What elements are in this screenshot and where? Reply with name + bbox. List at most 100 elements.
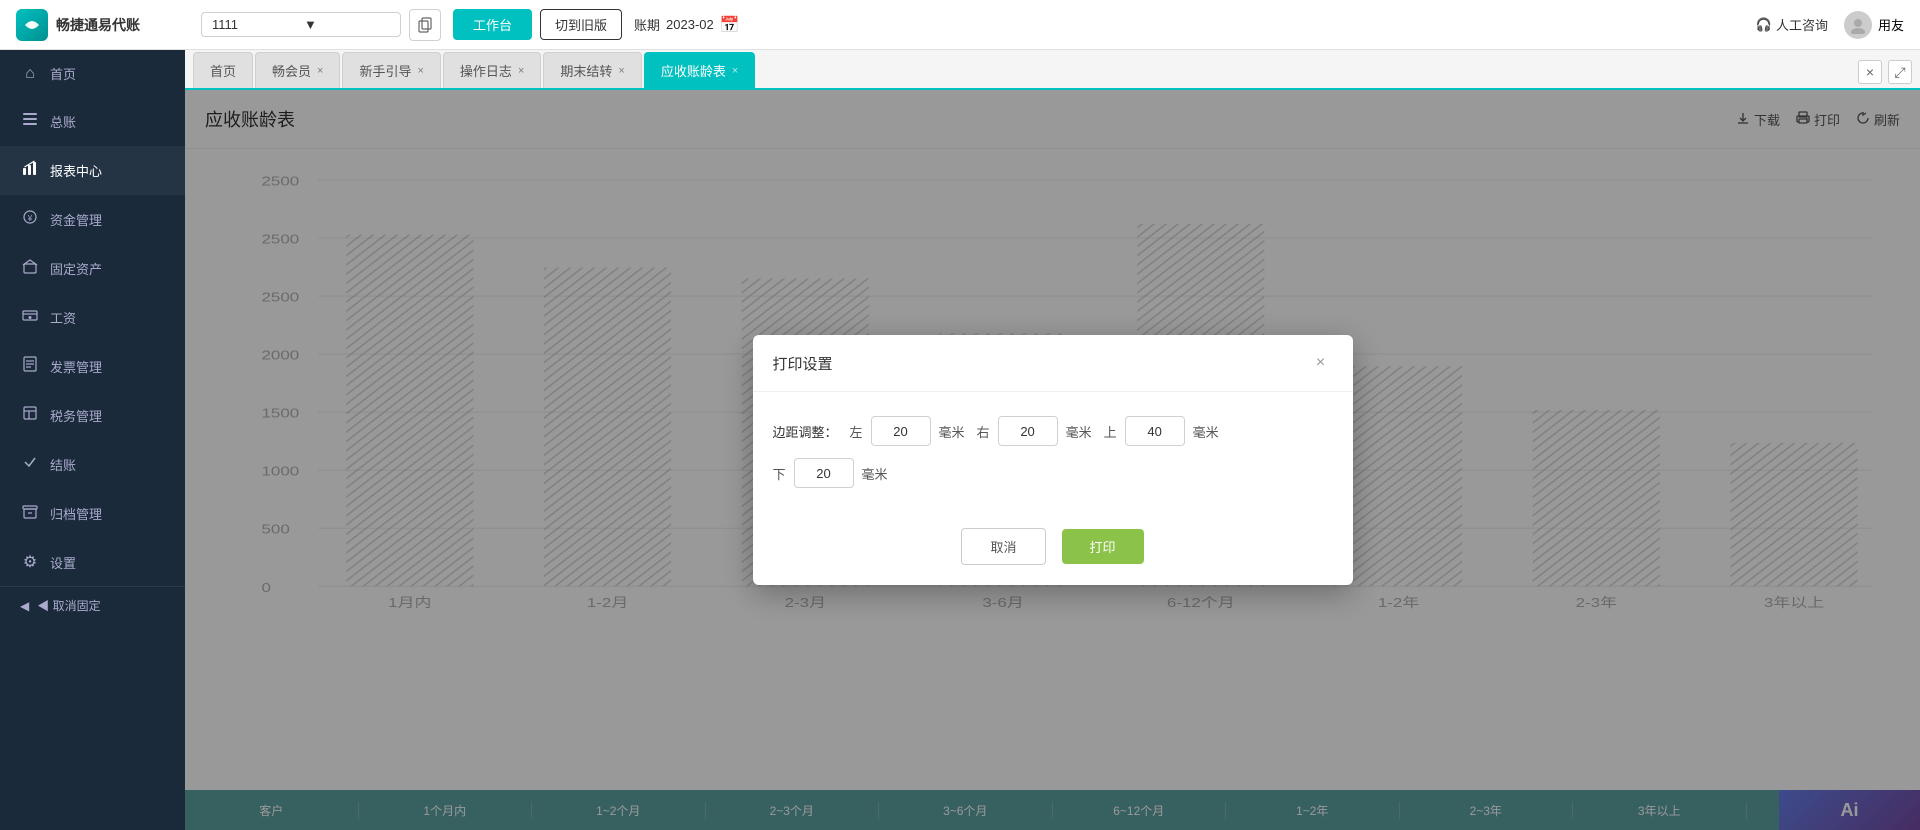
headset-icon: 🎧 bbox=[1756, 17, 1772, 33]
company-selector[interactable]: 1111 ▼ bbox=[201, 12, 401, 37]
dialog-overlay[interactable]: 打印设置 × 边距调整： 左 毫米 右 bbox=[185, 90, 1920, 830]
tab-period-end[interactable]: 期末结转 × bbox=[543, 52, 641, 88]
home-icon: ⌂ bbox=[20, 65, 40, 83]
sidebar: ⌂ 首页 总账 报表中心 bbox=[0, 50, 185, 830]
sidebar-label-home: 首页 bbox=[50, 64, 76, 83]
user-area[interactable]: 用友 bbox=[1844, 11, 1904, 39]
dialog-close-button[interactable]: × bbox=[1309, 351, 1333, 375]
dropdown-arrow-icon: ▼ bbox=[304, 17, 390, 32]
switch-old-button[interactable]: 切到旧版 bbox=[540, 9, 622, 40]
right-margin-group: 右 毫米 bbox=[977, 416, 1092, 446]
top-margin-group: 上 毫米 bbox=[1104, 416, 1219, 446]
margin-label: 边距调整： bbox=[773, 422, 838, 441]
tab-aging-label: 应收账龄表 bbox=[661, 61, 726, 80]
tab-actions: × ⤢ bbox=[1858, 60, 1912, 88]
sidebar-item-settings[interactable]: ⚙ 设置 bbox=[0, 538, 185, 586]
sidebar-item-fund[interactable]: ¥ 资金管理 bbox=[0, 195, 185, 244]
invoice-icon bbox=[20, 356, 40, 377]
svg-text:¥: ¥ bbox=[27, 214, 33, 223]
support-label: 人工咨询 bbox=[1776, 15, 1828, 34]
sidebar-label-report: 报表中心 bbox=[50, 161, 102, 180]
sidebar-label-archive: 归档管理 bbox=[50, 504, 102, 523]
fund-icon: ¥ bbox=[20, 209, 40, 230]
sidebar-label-fixed-asset: 固定资产 bbox=[50, 259, 102, 278]
tab-oplog-close[interactable]: × bbox=[518, 65, 524, 77]
bottom-margin-input[interactable] bbox=[794, 458, 854, 488]
bottom-unit: 毫米 bbox=[862, 464, 888, 483]
sidebar-item-archive[interactable]: 归档管理 bbox=[0, 489, 185, 538]
sidebar-label-invoice: 发票管理 bbox=[50, 357, 102, 376]
sidebar-label-salary: 工资 bbox=[50, 308, 76, 327]
dialog-body: 边距调整： 左 毫米 右 毫米 bbox=[753, 392, 1353, 512]
sidebar-label-fund: 资金管理 bbox=[50, 210, 102, 229]
tab-guide-label: 新手引导 bbox=[359, 61, 411, 80]
confirm-print-button[interactable]: 打印 bbox=[1062, 529, 1144, 564]
ledger-icon bbox=[20, 111, 40, 132]
company-name: 1111 bbox=[212, 17, 298, 32]
archive-icon bbox=[20, 503, 40, 524]
left-unit: 毫米 bbox=[939, 422, 965, 441]
logo-icon bbox=[16, 9, 48, 41]
collapse-label: ◀ 取消固定 bbox=[37, 597, 100, 614]
avatar bbox=[1844, 11, 1872, 39]
fixed-asset-icon bbox=[20, 258, 40, 279]
settings-icon: ⚙ bbox=[20, 552, 40, 572]
tax-icon bbox=[20, 405, 40, 426]
calendar-icon[interactable]: 📅 bbox=[720, 15, 740, 35]
tab-guide[interactable]: 新手引导 × bbox=[342, 52, 440, 88]
right-margin-input[interactable] bbox=[998, 416, 1058, 446]
tab-maximize-button[interactable]: ⤢ bbox=[1888, 60, 1912, 84]
tab-close-all-button[interactable]: × bbox=[1858, 60, 1882, 84]
bottom-label: 下 bbox=[773, 464, 786, 483]
user-label: 用友 bbox=[1878, 15, 1904, 34]
copy-button[interactable] bbox=[409, 9, 441, 41]
tab-aging[interactable]: 应收账龄表 × bbox=[644, 52, 755, 88]
tab-aging-close[interactable]: × bbox=[732, 65, 738, 77]
sidebar-item-tax[interactable]: 税务管理 bbox=[0, 391, 185, 440]
tab-oplog[interactable]: 操作日志 × bbox=[443, 52, 541, 88]
dialog-footer: 取消 打印 bbox=[753, 512, 1353, 585]
period-area: 账期 2023-02 📅 bbox=[634, 15, 740, 35]
sidebar-item-home[interactable]: ⌂ 首页 bbox=[0, 50, 185, 97]
top-header: 畅捷通易代账 1111 ▼ 工作台 切到旧版 账期 2023-02 📅 🎧 人工… bbox=[0, 0, 1920, 50]
sidebar-label-tax: 税务管理 bbox=[50, 406, 102, 425]
salary-icon bbox=[20, 307, 40, 328]
period-label: 账期 bbox=[634, 15, 660, 34]
sidebar-item-ledger[interactable]: 总账 bbox=[0, 97, 185, 146]
sidebar-item-report[interactable]: 报表中心 bbox=[0, 146, 185, 195]
sidebar-item-checkout[interactable]: 结账 bbox=[0, 440, 185, 489]
print-settings-dialog: 打印设置 × 边距调整： 左 毫米 右 bbox=[753, 335, 1353, 585]
margin-form-row: 边距调整： 左 毫米 右 毫米 bbox=[773, 416, 1333, 488]
right-label: 右 bbox=[977, 422, 990, 441]
dialog-title: 打印设置 bbox=[773, 353, 833, 374]
collapse-icon: ◀ bbox=[20, 599, 29, 613]
main-layout: ⌂ 首页 总账 报表中心 bbox=[0, 50, 1920, 830]
sidebar-label-settings: 设置 bbox=[50, 553, 76, 572]
tab-member[interactable]: 畅会员 × bbox=[255, 52, 340, 88]
tab-bar: 首页 畅会员 × 新手引导 × 操作日志 × 期末结转 × 应收账龄表 × bbox=[185, 50, 1920, 90]
tab-member-label: 畅会员 bbox=[272, 61, 311, 80]
header-right: 🎧 人工咨询 用友 bbox=[1756, 11, 1904, 39]
tab-home[interactable]: 首页 bbox=[193, 52, 253, 88]
sidebar-item-fixed-asset[interactable]: 固定资产 bbox=[0, 244, 185, 293]
sidebar-label-checkout: 结账 bbox=[50, 455, 76, 474]
tab-period-end-close[interactable]: × bbox=[618, 65, 624, 77]
top-margin-input[interactable] bbox=[1125, 416, 1185, 446]
support-button[interactable]: 🎧 人工咨询 bbox=[1756, 15, 1828, 34]
top-unit: 毫米 bbox=[1193, 422, 1219, 441]
report-icon bbox=[20, 160, 40, 181]
workbench-button[interactable]: 工作台 bbox=[453, 9, 532, 40]
left-margin-input[interactable] bbox=[871, 416, 931, 446]
checkout-icon bbox=[20, 454, 40, 475]
app-name: 畅捷通易代账 bbox=[56, 15, 140, 35]
sidebar-item-salary[interactable]: 工资 bbox=[0, 293, 185, 342]
tab-member-close[interactable]: × bbox=[317, 65, 323, 77]
tab-oplog-label: 操作日志 bbox=[460, 61, 512, 80]
cancel-button[interactable]: 取消 bbox=[961, 528, 1045, 565]
logo-area: 畅捷通易代账 bbox=[16, 9, 201, 41]
sidebar-item-invoice[interactable]: 发票管理 bbox=[0, 342, 185, 391]
top-label: 上 bbox=[1104, 422, 1117, 441]
sidebar-collapse-button[interactable]: ◀ ◀ 取消固定 bbox=[0, 586, 185, 624]
sidebar-label-ledger: 总账 bbox=[50, 112, 76, 131]
tab-guide-close[interactable]: × bbox=[417, 65, 423, 77]
